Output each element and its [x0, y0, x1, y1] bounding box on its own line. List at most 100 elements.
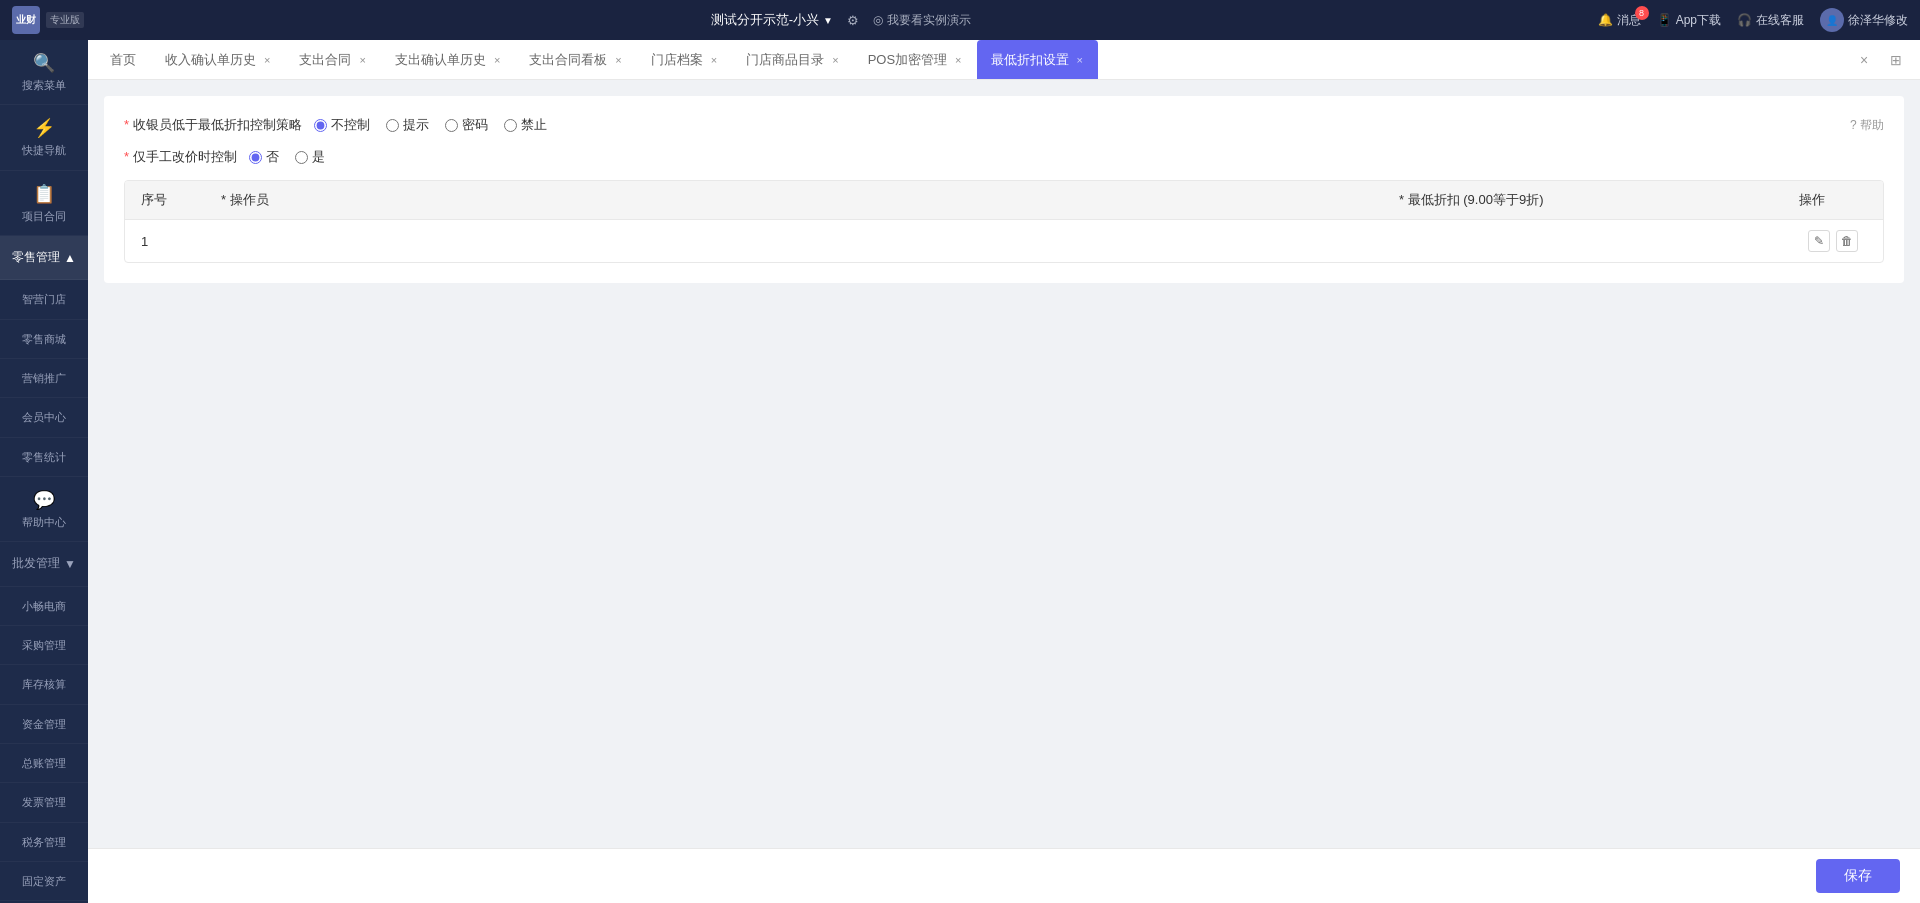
tab-store-file-close[interactable]: ×: [711, 54, 717, 66]
tab-store-product-label: 门店商品目录: [746, 51, 824, 69]
sidebar-item-general-ledger[interactable]: 总账管理: [0, 744, 88, 783]
password-label: 密码: [462, 116, 488, 134]
manual-price-row: 仅手工改价时控制 否 是: [124, 148, 1884, 166]
search-icon: 🔍: [33, 52, 55, 74]
user-item[interactable]: 👤 徐泽华修改: [1820, 8, 1908, 32]
radio-no-control-input[interactable]: [314, 119, 327, 132]
tab-payment-contract-close[interactable]: ×: [359, 54, 365, 66]
edit-row-btn[interactable]: ✎: [1808, 230, 1830, 252]
tab-store-product-close[interactable]: ×: [832, 54, 838, 66]
demo-link[interactable]: ◎ 我要看实例演示: [873, 12, 971, 29]
tab-payment-contract-label: 支出合同: [299, 51, 351, 69]
online-service-label: 在线客服: [1756, 12, 1804, 29]
top-bar: 业财 专业版 测试分开示范-小兴 ▼ ⚙ ◎ 我要看实例演示 🔔 消息 8 📱 …: [0, 0, 1920, 40]
tab-close-all-btn[interactable]: ×: [1852, 48, 1876, 72]
sidebar-item-retail-management[interactable]: 零售管理 ▲: [0, 236, 88, 281]
tab-pos-password-close[interactable]: ×: [955, 54, 961, 66]
tab-home-label: 首页: [110, 51, 136, 69]
online-service-item[interactable]: 🎧 在线客服: [1737, 12, 1804, 29]
sidebar-item-project-contract[interactable]: 📋 项目合同: [0, 171, 88, 236]
sidebar-item-smart-store[interactable]: 智营门店: [0, 280, 88, 319]
notifications-item[interactable]: 🔔 消息 8: [1598, 12, 1641, 29]
tab-payment-contract-board[interactable]: 支出合同看板 ×: [515, 40, 636, 80]
table-cell-operator: [205, 220, 1383, 263]
sidebar-item-tax-label: 税务管理: [22, 835, 66, 849]
wholesale-chevron-icon: ▼: [64, 557, 76, 571]
table-row: 1 ✎ 🗑: [125, 220, 1883, 263]
tab-payment-confirm-history[interactable]: 支出确认单历史 ×: [381, 40, 515, 80]
tab-income-history[interactable]: 收入确认单历史 ×: [151, 40, 285, 80]
logo-area: 业财 专业版: [12, 6, 84, 34]
sidebar-item-member-center[interactable]: 会员中心: [0, 398, 88, 437]
sidebar-item-wholesale-label: 批发管理: [12, 556, 60, 572]
tab-home[interactable]: 首页: [96, 40, 151, 80]
workspace-chevron-icon: ▼: [823, 15, 833, 26]
radio-no-input[interactable]: [249, 151, 262, 164]
radio-yes-input[interactable]: [295, 151, 308, 164]
sidebar-item-inventory[interactable]: 库存核算: [0, 665, 88, 704]
sidebar-item-finance[interactable]: 资金管理: [0, 705, 88, 744]
action-buttons: ✎ 🗑: [1799, 230, 1867, 252]
sidebar-item-quick-nav-label: 快捷导航: [22, 143, 66, 157]
table-cell-seq: 1: [125, 220, 205, 263]
sidebar-item-member-label: 会员中心: [22, 410, 66, 424]
tab-min-discount[interactable]: 最低折扣设置 ×: [977, 40, 1098, 80]
sidebar-item-wholesale[interactable]: 批发管理 ▼: [0, 542, 88, 587]
sidebar-item-marketing-label: 营销推广: [22, 371, 66, 385]
user-avatar: 👤: [1820, 8, 1844, 32]
radio-password-input[interactable]: [445, 119, 458, 132]
sidebar-item-search[interactable]: 🔍 搜索菜单: [0, 40, 88, 105]
sidebar-item-retail-mall[interactable]: 零售商城: [0, 320, 88, 359]
tab-more-btn[interactable]: ⊞: [1884, 48, 1908, 72]
save-button[interactable]: 保存: [1816, 859, 1900, 893]
tab-payment-contract[interactable]: 支出合同 ×: [285, 40, 380, 80]
app-download-item[interactable]: 📱 App下载: [1657, 12, 1721, 29]
tab-income-history-close[interactable]: ×: [264, 54, 270, 66]
sidebar-item-invoice-label: 发票管理: [22, 795, 66, 809]
table-cell-action: ✎ 🗑: [1783, 220, 1883, 263]
workspace-settings-icon[interactable]: ⚙: [841, 8, 865, 32]
sidebar-item-help-center[interactable]: 💬 帮助中心: [0, 477, 88, 542]
tab-store-file[interactable]: 门店档案 ×: [637, 40, 732, 80]
table-header: 序号 * 操作员 * 最低折扣 (9.00等于9折) 操作: [125, 181, 1883, 220]
radio-password[interactable]: 密码: [445, 116, 488, 134]
sidebar-item-fixed-assets-label: 固定资产: [22, 874, 66, 888]
tab-min-discount-close[interactable]: ×: [1077, 54, 1083, 66]
sidebar-item-fixed-assets[interactable]: 固定资产: [0, 862, 88, 901]
sidebar-item-purchase-label: 采购管理: [22, 638, 66, 652]
sidebar-item-marketing[interactable]: 营销推广: [0, 359, 88, 398]
workspace-selector[interactable]: 测试分开示范-小兴 ▼: [711, 11, 833, 29]
delete-row-btn[interactable]: 🗑: [1836, 230, 1858, 252]
tab-store-product-catalog[interactable]: 门店商品目录 ×: [732, 40, 853, 80]
cashier-policy-row: 收银员低于最低折扣控制策略 不控制 提示: [124, 116, 1884, 134]
app-logo-icon: 业财: [12, 6, 40, 34]
tab-pos-password[interactable]: POS加密管理 ×: [854, 40, 977, 80]
help-link[interactable]: ? 帮助: [1850, 117, 1884, 134]
radio-yes[interactable]: 是: [295, 148, 325, 166]
sidebar-item-retail-stats[interactable]: 零售统计: [0, 438, 88, 477]
radio-disable[interactable]: 禁止: [504, 116, 547, 134]
tab-payment-contract-board-close[interactable]: ×: [615, 54, 621, 66]
radio-no[interactable]: 否: [249, 148, 279, 166]
radio-hint[interactable]: 提示: [386, 116, 429, 134]
radio-no-control[interactable]: 不控制: [314, 116, 370, 134]
app-download-icon: 📱: [1657, 13, 1672, 27]
radio-disable-input[interactable]: [504, 119, 517, 132]
col-operator-header: * 操作员: [205, 181, 1383, 220]
tab-payment-confirm-history-close[interactable]: ×: [494, 54, 500, 66]
sidebar-item-purchase[interactable]: 采购管理: [0, 626, 88, 665]
sidebar-item-general-ledger-label: 总账管理: [22, 756, 66, 770]
cashier-policy-label: 收银员低于最低折扣控制策略: [124, 116, 302, 134]
sidebar-item-tax[interactable]: 税务管理: [0, 823, 88, 862]
main-layout: 🔍 搜索菜单 ⚡ 快捷导航 📋 项目合同 零售管理 ▲ 智营门店 零售商城 营销…: [0, 40, 1920, 903]
tab-payment-confirm-history-label: 支出确认单历史: [395, 51, 486, 69]
top-bar-center: 测试分开示范-小兴 ▼ ⚙ ◎ 我要看实例演示: [711, 8, 971, 32]
bell-icon: 🔔: [1598, 13, 1613, 27]
retail-chevron-icon: ▲: [64, 251, 76, 265]
radio-hint-input[interactable]: [386, 119, 399, 132]
tab-income-history-label: 收入确认单历史: [165, 51, 256, 69]
sidebar-item-ecommerce[interactable]: 小畅电商: [0, 587, 88, 626]
sidebar-item-invoice[interactable]: 发票管理: [0, 783, 88, 822]
sidebar-item-quick-nav[interactable]: ⚡ 快捷导航: [0, 105, 88, 170]
top-bar-right: 🔔 消息 8 📱 App下载 🎧 在线客服 👤 徐泽华修改: [1598, 8, 1908, 32]
